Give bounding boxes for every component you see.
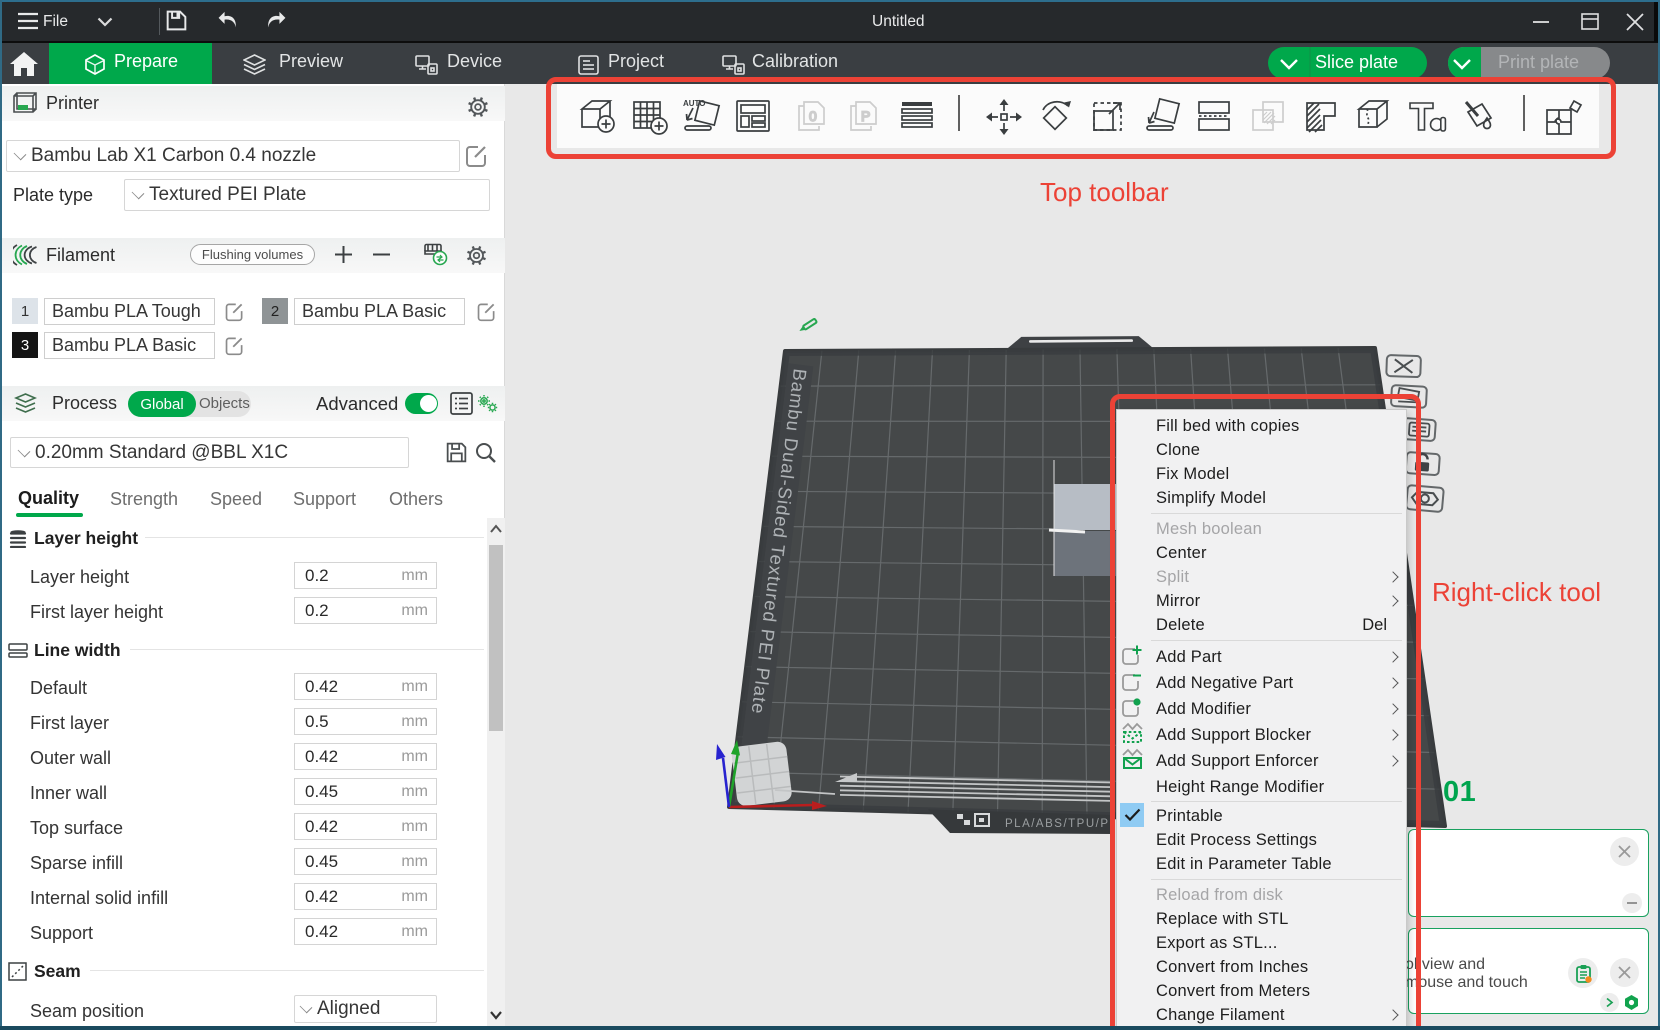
svg-text:PLA/ABS/TPU/P: PLA/ABS/TPU/P [1005,818,1110,830]
